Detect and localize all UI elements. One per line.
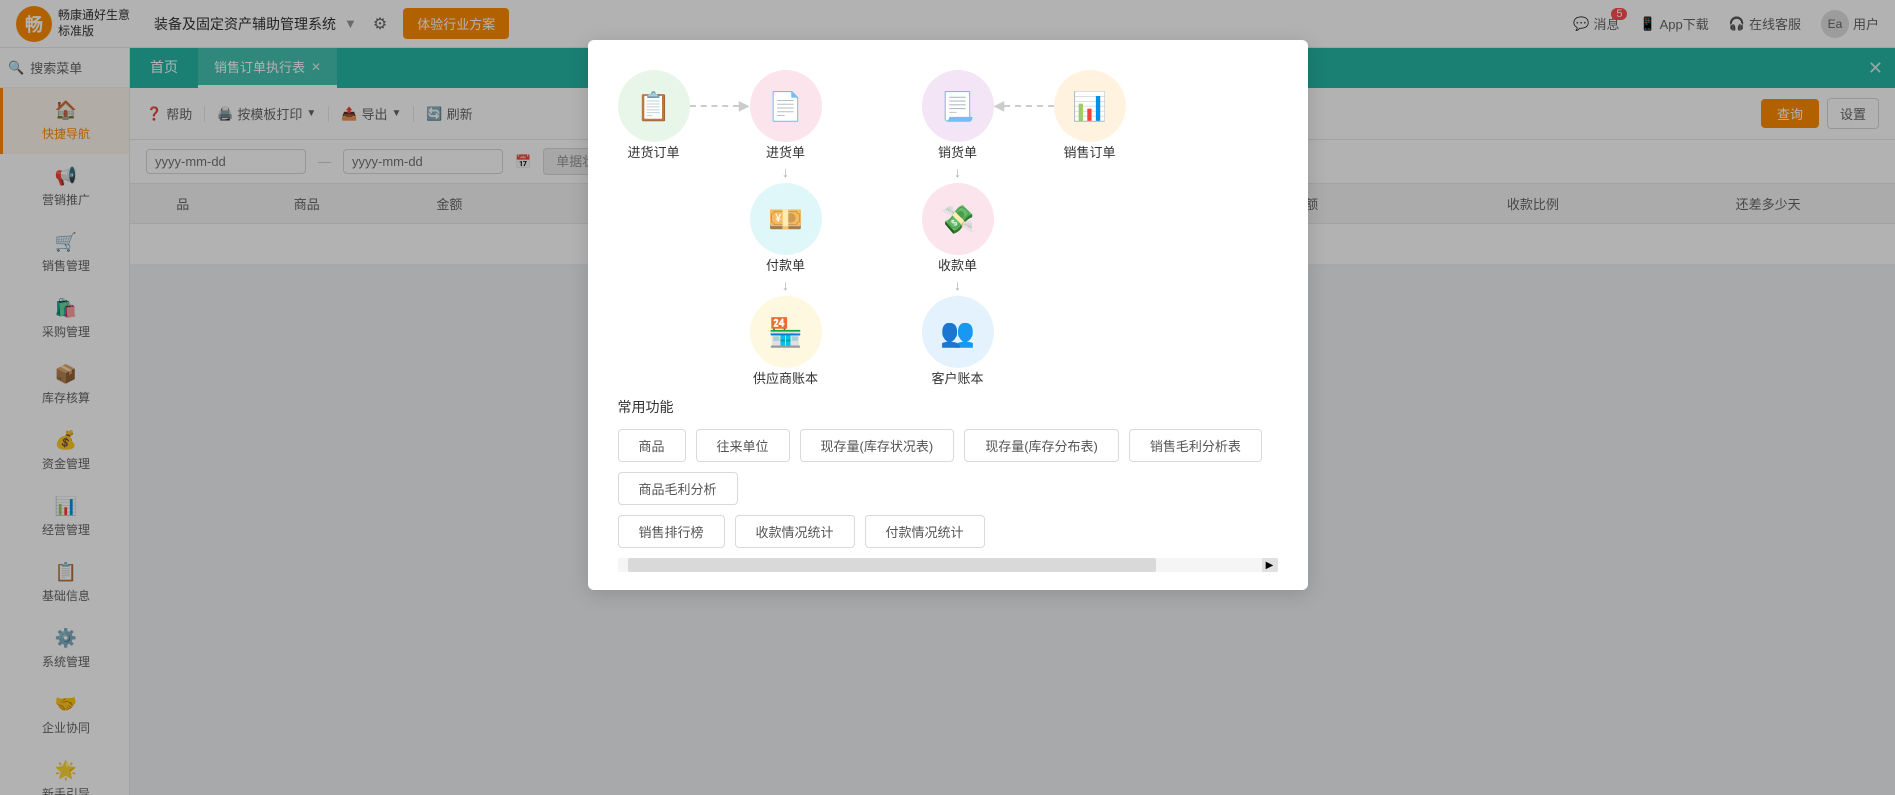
flow-arrows-row2: ↓ ↓	[618, 274, 1278, 296]
scroll-bar[interactable]: ▶	[618, 558, 1278, 572]
flow-row2: 💴 付款单 💸 收款单	[618, 183, 1278, 274]
quick-btn-商品[interactable]: 商品	[618, 429, 686, 462]
arrow-receipt-down: ↓	[922, 274, 994, 296]
quick-btn-商品毛利分析[interactable]: 商品毛利分析	[618, 472, 738, 505]
quick-functions-title: 常用功能	[618, 397, 1278, 417]
overlay[interactable]: 📋 进货订单 ▶	[130, 48, 1895, 795]
arrow-purchase-down: ↓	[750, 161, 822, 183]
quick-btn-往来单位[interactable]: 往来单位	[696, 429, 790, 462]
flow-node-supplier-ledger[interactable]: 🏪 供应商账本	[750, 296, 822, 387]
quick-btn-收款情况统计[interactable]: 收款情况统计	[735, 515, 855, 548]
quick-btn-现存量(库存分布表)[interactable]: 现存量(库存分布表)	[964, 429, 1119, 462]
quick-btn-销售排行榜[interactable]: 销售排行榜	[618, 515, 725, 548]
quick-functions: 常用功能 商品往来单位现存量(库存状况表)现存量(库存分布表)销售毛利分析表商品…	[618, 397, 1278, 548]
quick-btn-付款情况统计[interactable]: 付款情况统计	[865, 515, 985, 548]
scroll-thumb	[628, 558, 1156, 572]
flow-node-customer-ledger[interactable]: 👥 客户账本	[922, 296, 994, 387]
quick-btn-销售毛利分析表[interactable]: 销售毛利分析表	[1129, 429, 1262, 462]
main-area: 🔍 搜索菜单 🏠 快捷导航 📢 营销推广 🛒 销售管理 🛍️ 采购管理 📦 库存…	[0, 48, 1895, 795]
quick-btns-row1: 商品往来单位现存量(库存状况表) 现存量(库存分布表) 销售毛利分析表商品毛利分析	[618, 429, 1278, 505]
flow-node-receipt[interactable]: 💸 收款单	[922, 183, 994, 274]
arrow-payment-down: ↓	[750, 274, 822, 296]
arrow1: ▶	[690, 97, 750, 114]
flow-node-purchase-order[interactable]: 📋 进货订单	[618, 70, 690, 161]
flow-arrows-row1: ↓ ↓	[618, 161, 1278, 183]
content-area: 首页 销售订单执行表 ✕ ✕ ❓ 帮助 🖨️ 按模板打印	[130, 48, 1895, 795]
scroll-right-btn[interactable]: ▶	[1262, 558, 1278, 572]
flow-row3: 🏪 供应商账本 👥 客户账本	[618, 296, 1278, 387]
flow-node-purchase-bill[interactable]: 📄 进货单	[750, 70, 822, 161]
modal: 📋 进货订单 ▶	[588, 48, 1308, 590]
flow-node-sales-order[interactable]: 📊 销售订单	[1054, 70, 1126, 161]
flow-diagram: 📋 进货订单 ▶	[618, 70, 1278, 387]
quick-btns-row2: 销售排行榜收款情况统计付款情况统计	[618, 515, 1278, 548]
arrow-sales-bill-down: ↓	[922, 161, 994, 183]
quick-btn-现存量(库存状况表)[interactable]: 现存量(库存状况表)	[800, 429, 955, 462]
flow-node-sales-bill[interactable]: 📃 销货单	[922, 70, 994, 161]
flow-node-payment[interactable]: 💴 付款单	[750, 183, 822, 274]
arrow2: ◀	[994, 97, 1054, 114]
flow-row1: 📋 进货订单 ▶	[618, 70, 1278, 161]
